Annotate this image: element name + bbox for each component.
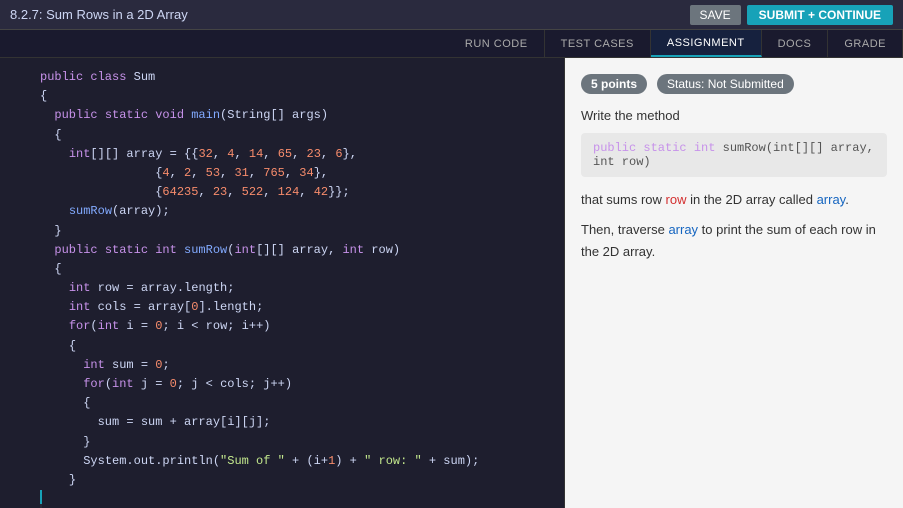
code-line: System.out.println("Sum of " + (i+1) + "…: [0, 452, 564, 471]
top-bar: 8.2.7: Sum Rows in a 2D Array SAVE SUBMI…: [0, 0, 903, 30]
code-line: sum = sum + array[i][j];: [0, 413, 564, 432]
code-line: {4, 2, 53, 31, 765, 34},: [0, 164, 564, 183]
points-status-row: 5 points Status: Not Submitted: [581, 74, 887, 94]
write-method-label: Write the method: [581, 108, 887, 123]
code-line: {: [0, 337, 564, 356]
tab-assignment[interactable]: ASSIGNMENT: [651, 30, 762, 57]
sig-public: public static int: [593, 141, 723, 155]
code-line: for(int i = 0; i < row; i++): [0, 317, 564, 336]
code-line: int[][] array = {{32, 4, 14, 65, 23, 6},: [0, 145, 564, 164]
desc-part1: that sums row: [581, 192, 666, 207]
main-content: public class Sum { public static void ma…: [0, 58, 903, 508]
desc-part3: .: [845, 192, 849, 207]
tab-grade[interactable]: GRADE: [828, 30, 903, 57]
code-line: sumRow(array);: [0, 202, 564, 221]
code-line: public static int sumRow(int[][] array, …: [0, 241, 564, 260]
code-line: }: [0, 222, 564, 241]
code-line: }: [0, 471, 564, 490]
highlight-array2: array: [668, 222, 698, 237]
tab-test-cases[interactable]: TEST CASES: [545, 30, 651, 57]
code-line: {: [0, 394, 564, 413]
code-line: int row = array.length;: [0, 279, 564, 298]
tab-docs[interactable]: DOCS: [762, 30, 829, 57]
method-signature-box: public static int sumRow(int[][] array, …: [581, 133, 887, 177]
highlight-row: row: [666, 192, 687, 207]
nav-tabs: RUN CODE TEST CASES ASSIGNMENT DOCS GRAD…: [0, 30, 903, 58]
save-button[interactable]: SAVE: [690, 5, 741, 25]
points-badge: 5 points: [581, 74, 647, 94]
desc-part2: in the 2D array called: [686, 192, 816, 207]
code-line: int cols = array[0].length;: [0, 298, 564, 317]
code-line: {: [0, 260, 564, 279]
tab-run-code[interactable]: RUN CODE: [449, 30, 545, 57]
submit-continue-button[interactable]: SUBMIT + CONTINUE: [747, 5, 893, 25]
code-line: }: [0, 433, 564, 452]
page-title: 8.2.7: Sum Rows in a 2D Array: [10, 7, 690, 22]
code-editor[interactable]: public class Sum { public static void ma…: [0, 58, 565, 508]
code-line: [0, 490, 564, 508]
code-line: for(int j = 0; j < cols; j++): [0, 375, 564, 394]
code-line: {64235, 23, 522, 124, 42}};: [0, 183, 564, 202]
code-line: int sum = 0;: [0, 356, 564, 375]
code-line: public static void main(String[] args): [0, 106, 564, 125]
description-text: that sums row row in the 2D array called…: [581, 189, 887, 263]
status-badge: Status: Not Submitted: [657, 74, 794, 94]
code-line: public class Sum: [0, 68, 564, 87]
highlight-array: array: [817, 192, 846, 207]
code-line: {: [0, 87, 564, 106]
code-line: {: [0, 126, 564, 145]
right-panel: 5 points Status: Not Submitted Write the…: [565, 58, 903, 508]
desc-line2-part1: Then, traverse: [581, 222, 668, 237]
